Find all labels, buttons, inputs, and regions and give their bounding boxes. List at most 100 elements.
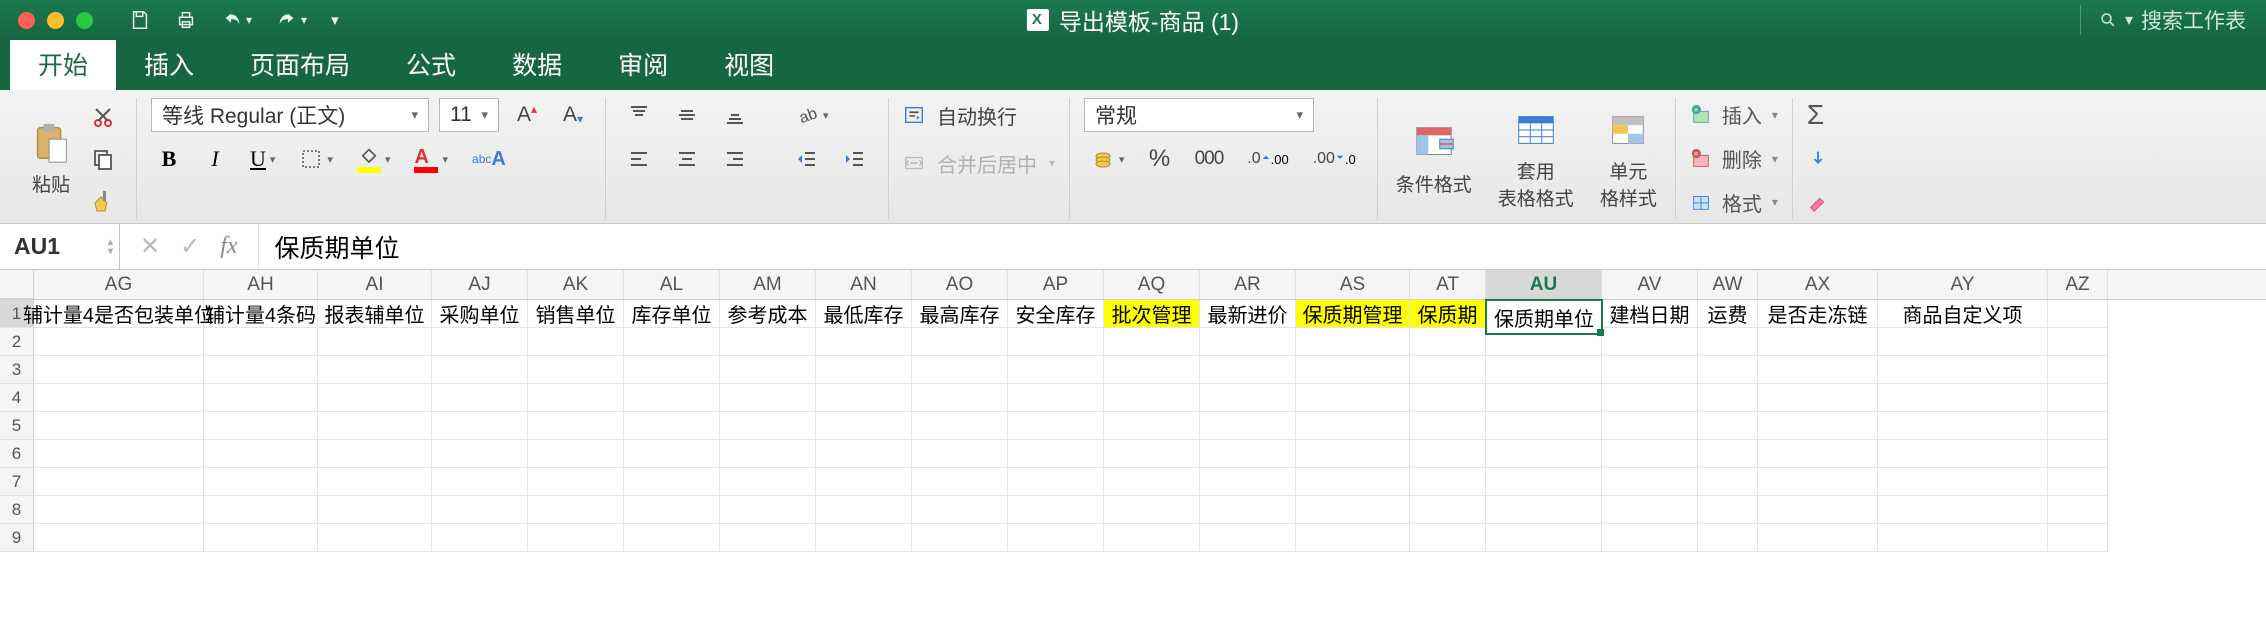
cell-AL9[interactable] [624, 524, 720, 552]
cell-AT3[interactable] [1410, 356, 1486, 384]
cell-AV7[interactable] [1602, 468, 1698, 496]
cell-AY5[interactable] [1878, 412, 2048, 440]
column-header-AW[interactable]: AW [1698, 270, 1758, 299]
cell-AK8[interactable] [528, 496, 624, 524]
cell-AR5[interactable] [1200, 412, 1296, 440]
cell-AR1[interactable]: 最新进价 [1200, 300, 1296, 328]
cell-AP2[interactable] [1008, 328, 1104, 356]
cell-AR6[interactable] [1200, 440, 1296, 468]
cell-AV2[interactable] [1602, 328, 1698, 356]
cell-AP7[interactable] [1008, 468, 1104, 496]
cell-AS4[interactable] [1296, 384, 1410, 412]
cell-AI9[interactable] [318, 524, 432, 552]
cell-AZ2[interactable] [2048, 328, 2108, 356]
cell-AS5[interactable] [1296, 412, 1410, 440]
cell-AP1[interactable]: 安全库存 [1008, 300, 1104, 328]
cell-AH6[interactable] [204, 440, 318, 468]
cell-AN2[interactable] [816, 328, 912, 356]
cell-AX3[interactable] [1758, 356, 1878, 384]
cell-AT4[interactable] [1410, 384, 1486, 412]
redo-button[interactable]: ▾ [276, 9, 307, 31]
clear-button[interactable] [1807, 185, 1829, 219]
save-button[interactable] [129, 9, 151, 31]
cell-AJ9[interactable] [432, 524, 528, 552]
cell-AX6[interactable] [1758, 440, 1878, 468]
cell-AS1[interactable]: 保质期管理 [1296, 300, 1410, 328]
borders-button[interactable] [292, 142, 340, 176]
cell-AG7[interactable] [34, 468, 204, 496]
cell-AJ5[interactable] [432, 412, 528, 440]
cell-AQ3[interactable] [1104, 356, 1200, 384]
row-header-3[interactable]: 3 [0, 356, 34, 384]
cell-AO8[interactable] [912, 496, 1008, 524]
cell-AP9[interactable] [1008, 524, 1104, 552]
cell-AN3[interactable] [816, 356, 912, 384]
cell-AY6[interactable] [1878, 440, 2048, 468]
row-header-5[interactable]: 5 [0, 412, 34, 440]
cell-AK5[interactable] [528, 412, 624, 440]
cell-AI1[interactable]: 报表辅单位 [318, 300, 432, 328]
cell-AO1[interactable]: 最高库存 [912, 300, 1008, 328]
cell-AQ8[interactable] [1104, 496, 1200, 524]
cell-AJ6[interactable] [432, 440, 528, 468]
cell-AV1[interactable]: 建档日期 [1602, 300, 1698, 328]
cell-AW4[interactable] [1698, 384, 1758, 412]
cell-AX8[interactable] [1758, 496, 1878, 524]
row-header-9[interactable]: 9 [0, 524, 34, 552]
cell-AO9[interactable] [912, 524, 1008, 552]
cell-AJ1[interactable]: 采购单位 [432, 300, 528, 328]
wrap-text-button[interactable]: 自动换行 [903, 98, 1055, 132]
cell-AI4[interactable] [318, 384, 432, 412]
cell-AN5[interactable] [816, 412, 912, 440]
cancel-formula-button[interactable]: ✕ [140, 232, 160, 261]
font-size-select[interactable]: 11 [439, 98, 499, 132]
cell-AP6[interactable] [1008, 440, 1104, 468]
cell-AL1[interactable]: 库存单位 [624, 300, 720, 328]
cell-AK9[interactable] [528, 524, 624, 552]
orientation-button[interactable]: ab [788, 98, 836, 132]
cell-AQ5[interactable] [1104, 412, 1200, 440]
increase-font-button[interactable]: A▴ [509, 98, 545, 132]
cell-AK4[interactable] [528, 384, 624, 412]
cell-AK2[interactable] [528, 328, 624, 356]
row-header-4[interactable]: 4 [0, 384, 34, 412]
cell-AV5[interactable] [1602, 412, 1698, 440]
cell-AL7[interactable] [624, 468, 720, 496]
cell-AS2[interactable] [1296, 328, 1410, 356]
cell-AW3[interactable] [1698, 356, 1758, 384]
cell-AH9[interactable] [204, 524, 318, 552]
cell-AL5[interactable] [624, 412, 720, 440]
row-header-7[interactable]: 7 [0, 468, 34, 496]
align-right-button[interactable] [716, 142, 754, 176]
cell-AQ6[interactable] [1104, 440, 1200, 468]
cell-AV3[interactable] [1602, 356, 1698, 384]
cell-AT7[interactable] [1410, 468, 1486, 496]
cell-AY8[interactable] [1878, 496, 2048, 524]
cell-AT2[interactable] [1410, 328, 1486, 356]
cell-AU1[interactable]: 保质期单位 [1486, 300, 1602, 334]
maximize-window-button[interactable] [76, 12, 93, 29]
cell-AH5[interactable] [204, 412, 318, 440]
cell-AQ1[interactable]: 批次管理 [1104, 300, 1200, 328]
paste-button[interactable]: 粘贴 [24, 98, 78, 219]
cell-AQ9[interactable] [1104, 524, 1200, 552]
column-header-AV[interactable]: AV [1602, 270, 1698, 299]
row-header-8[interactable]: 8 [0, 496, 34, 524]
cell-AL4[interactable] [624, 384, 720, 412]
accounting-format-button[interactable] [1084, 142, 1132, 176]
cell-AM5[interactable] [720, 412, 816, 440]
print-button[interactable] [175, 9, 197, 31]
align-middle-button[interactable] [668, 98, 706, 132]
tab-insert[interactable]: 插入 [116, 36, 222, 90]
column-header-AI[interactable]: AI [318, 270, 432, 299]
cell-AH8[interactable] [204, 496, 318, 524]
cell-AH4[interactable] [204, 384, 318, 412]
cell-AX5[interactable] [1758, 412, 1878, 440]
cell-AX1[interactable]: 是否走冻链 [1758, 300, 1878, 328]
cell-AT8[interactable] [1410, 496, 1486, 524]
cell-AV6[interactable] [1602, 440, 1698, 468]
cell-AV4[interactable] [1602, 384, 1698, 412]
minimize-window-button[interactable] [47, 12, 64, 29]
tab-formulas[interactable]: 公式 [378, 36, 484, 90]
cell-AG1[interactable]: 辅计量4是否包装单位 [34, 300, 204, 328]
